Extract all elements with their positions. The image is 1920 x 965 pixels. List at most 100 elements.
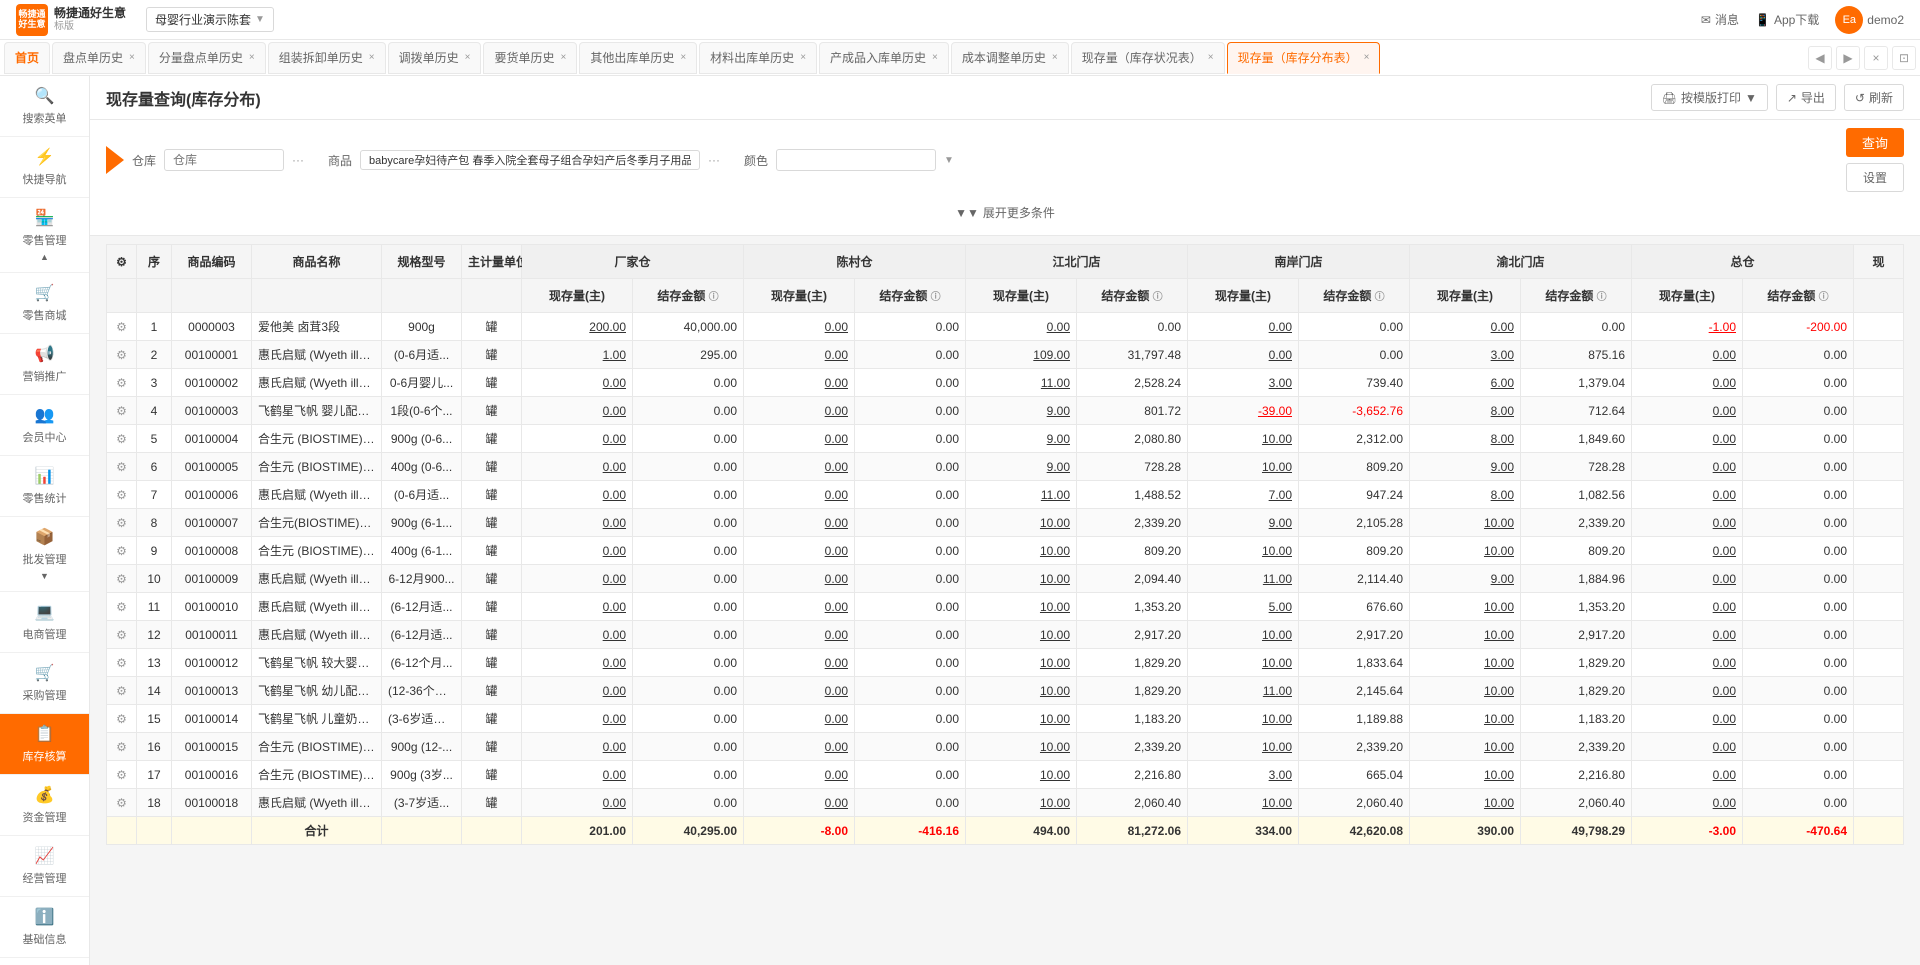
cell-jiangbei-stock[interactable]: 9.00 <box>966 453 1077 481</box>
warehouse-dots[interactable]: ··· <box>292 153 304 167</box>
cell-jiangbei-stock[interactable]: 10.00 <box>966 789 1077 817</box>
sidebar-item-inventory[interactable]: 📋 库存核算 <box>0 714 89 775</box>
cell-total-stock[interactable]: 0.00 <box>1632 341 1743 369</box>
cell-yubei-stock[interactable]: 10.00 <box>1410 537 1521 565</box>
cell-yubei-stock[interactable]: 0.00 <box>1410 313 1521 341</box>
cell-jiangbei-stock[interactable]: 9.00 <box>966 397 1077 425</box>
tab-history-1[interactable]: 盘点单历史 × <box>52 42 146 74</box>
cell-total-stock[interactable]: 0.00 <box>1632 537 1743 565</box>
cell-total-stock[interactable]: 0.00 <box>1632 621 1743 649</box>
tab-history-4-close[interactable]: × <box>465 53 471 63</box>
cell-chencun-stock[interactable]: 0.00 <box>744 369 855 397</box>
cell-nanan-stock[interactable]: 10.00 <box>1188 733 1299 761</box>
cell-chencun-stock[interactable]: 0.00 <box>744 397 855 425</box>
tab-history-9[interactable]: 成本调整单历史 × <box>951 42 1069 74</box>
cell-yubei-stock[interactable]: 8.00 <box>1410 425 1521 453</box>
expand-btn[interactable]: ▼▼ 展开更多条件 <box>943 200 1067 225</box>
row-gear-icon[interactable]: ⚙ <box>116 348 127 362</box>
cell-chencun-stock[interactable]: 0.00 <box>744 593 855 621</box>
sidebar-item-retail[interactable]: 🏪 零售管理 ▲ <box>0 198 89 273</box>
cell-gear[interactable]: ⚙ <box>107 761 137 789</box>
tab-history-7[interactable]: 材料出库单历史 × <box>699 42 817 74</box>
cell-yubei-stock[interactable]: 10.00 <box>1410 593 1521 621</box>
cell-factory-stock[interactable]: 200.00 <box>522 313 633 341</box>
tab-close-all-btn[interactable]: × <box>1864 46 1888 70</box>
cell-gear[interactable]: ⚙ <box>107 649 137 677</box>
cell-factory-stock[interactable]: 0.00 <box>522 621 633 649</box>
cell-gear[interactable]: ⚙ <box>107 705 137 733</box>
cell-total-stock[interactable]: 0.00 <box>1632 593 1743 621</box>
tab-history-2[interactable]: 分量盘点单历史 × <box>148 42 266 74</box>
cell-nanan-stock[interactable]: 11.00 <box>1188 565 1299 593</box>
cell-yubei-stock[interactable]: 8.00 <box>1410 397 1521 425</box>
cell-nanan-stock[interactable]: 3.00 <box>1188 761 1299 789</box>
yubei-amount-info[interactable]: ⓘ <box>1597 292 1607 303</box>
cell-gear[interactable]: ⚙ <box>107 397 137 425</box>
row-gear-icon[interactable]: ⚙ <box>116 460 127 474</box>
sidebar-item-wholesale[interactable]: 📦 批发管理 ▼ <box>0 517 89 592</box>
cell-chencun-stock[interactable]: 0.00 <box>744 733 855 761</box>
row-gear-icon[interactable]: ⚙ <box>116 684 127 698</box>
row-gear-icon[interactable]: ⚙ <box>116 600 127 614</box>
cell-jiangbei-stock[interactable]: 9.00 <box>966 425 1077 453</box>
cell-chencun-stock[interactable]: 0.00 <box>744 789 855 817</box>
tab-history-1-close[interactable]: × <box>129 53 135 63</box>
row-gear-icon[interactable]: ⚙ <box>116 656 127 670</box>
sidebar-item-search[interactable]: 🔍 搜索英单 <box>0 76 89 137</box>
cell-gear[interactable]: ⚙ <box>107 453 137 481</box>
cell-factory-stock[interactable]: 0.00 <box>522 537 633 565</box>
cell-jiangbei-stock[interactable]: 11.00 <box>966 481 1077 509</box>
cell-factory-stock[interactable]: 0.00 <box>522 593 633 621</box>
cell-chencun-stock[interactable]: 0.00 <box>744 621 855 649</box>
cell-total-stock[interactable]: 0.00 <box>1632 677 1743 705</box>
cell-factory-stock[interactable]: 0.00 <box>522 453 633 481</box>
cell-jiangbei-stock[interactable]: 10.00 <box>966 733 1077 761</box>
cell-nanan-stock[interactable]: 9.00 <box>1188 509 1299 537</box>
tab-next-btn[interactable]: ▶ <box>1836 46 1860 70</box>
cell-jiangbei-stock[interactable]: 10.00 <box>966 677 1077 705</box>
tab-stock-status-close[interactable]: × <box>1208 53 1214 63</box>
cell-factory-stock[interactable]: 0.00 <box>522 733 633 761</box>
row-gear-icon[interactable]: ⚙ <box>116 404 127 418</box>
cell-total-stock[interactable]: 0.00 <box>1632 789 1743 817</box>
cell-factory-stock[interactable]: 0.00 <box>522 649 633 677</box>
sidebar-item-member[interactable]: 👥 会员中心 <box>0 395 89 456</box>
sidebar-item-nav[interactable]: ⚡ 快捷导航 <box>0 137 89 198</box>
cell-nanan-stock[interactable]: 5.00 <box>1188 593 1299 621</box>
cell-nanan-stock[interactable]: 11.00 <box>1188 677 1299 705</box>
message-btn[interactable]: ✉ 消息 <box>1701 11 1739 28</box>
cell-nanan-stock[interactable]: -39.00 <box>1188 397 1299 425</box>
cell-factory-stock[interactable]: 0.00 <box>522 705 633 733</box>
tab-history-8-close[interactable]: × <box>932 53 938 63</box>
cell-yubei-stock[interactable]: 8.00 <box>1410 481 1521 509</box>
cell-yubei-stock[interactable]: 9.00 <box>1410 565 1521 593</box>
cell-factory-stock[interactable]: 0.00 <box>522 565 633 593</box>
cell-jiangbei-stock[interactable]: 10.00 <box>966 705 1077 733</box>
cell-jiangbei-stock[interactable]: 10.00 <box>966 537 1077 565</box>
cell-total-stock[interactable]: 0.00 <box>1632 705 1743 733</box>
query-button[interactable]: 查询 <box>1846 128 1904 157</box>
sidebar-item-stats[interactable]: 📊 零售统计 <box>0 456 89 517</box>
cell-total-stock[interactable]: 0.00 <box>1632 565 1743 593</box>
cell-gear[interactable]: ⚙ <box>107 481 137 509</box>
cell-factory-stock[interactable]: 0.00 <box>522 369 633 397</box>
cell-yubei-stock[interactable]: 9.00 <box>1410 453 1521 481</box>
refresh-button[interactable]: ↺ 刷新 <box>1844 84 1904 111</box>
app-download-btn[interactable]: 📱 App下载 <box>1755 11 1819 28</box>
tab-history-5[interactable]: 要货单历史 × <box>483 42 577 74</box>
cell-gear[interactable]: ⚙ <box>107 733 137 761</box>
sidebar-item-system[interactable]: ⚙️ 系统管理 <box>0 958 89 965</box>
tab-history-3-close[interactable]: × <box>369 53 375 63</box>
chencun-amount-info[interactable]: ⓘ <box>931 292 941 303</box>
cell-jiangbei-stock[interactable]: 10.00 <box>966 509 1077 537</box>
gear-icon[interactable]: ⚙ <box>116 255 127 269</box>
row-gear-icon[interactable]: ⚙ <box>116 796 127 810</box>
tab-stock-status[interactable]: 现存量（库存状况表） × <box>1071 42 1225 74</box>
cell-yubei-stock[interactable]: 10.00 <box>1410 509 1521 537</box>
cell-nanan-stock[interactable]: 0.00 <box>1188 313 1299 341</box>
cell-gear[interactable]: ⚙ <box>107 789 137 817</box>
cell-nanan-stock[interactable]: 10.00 <box>1188 621 1299 649</box>
cell-yubei-stock[interactable]: 10.00 <box>1410 733 1521 761</box>
cell-total-stock[interactable]: 0.00 <box>1632 453 1743 481</box>
row-gear-icon[interactable]: ⚙ <box>116 740 127 754</box>
